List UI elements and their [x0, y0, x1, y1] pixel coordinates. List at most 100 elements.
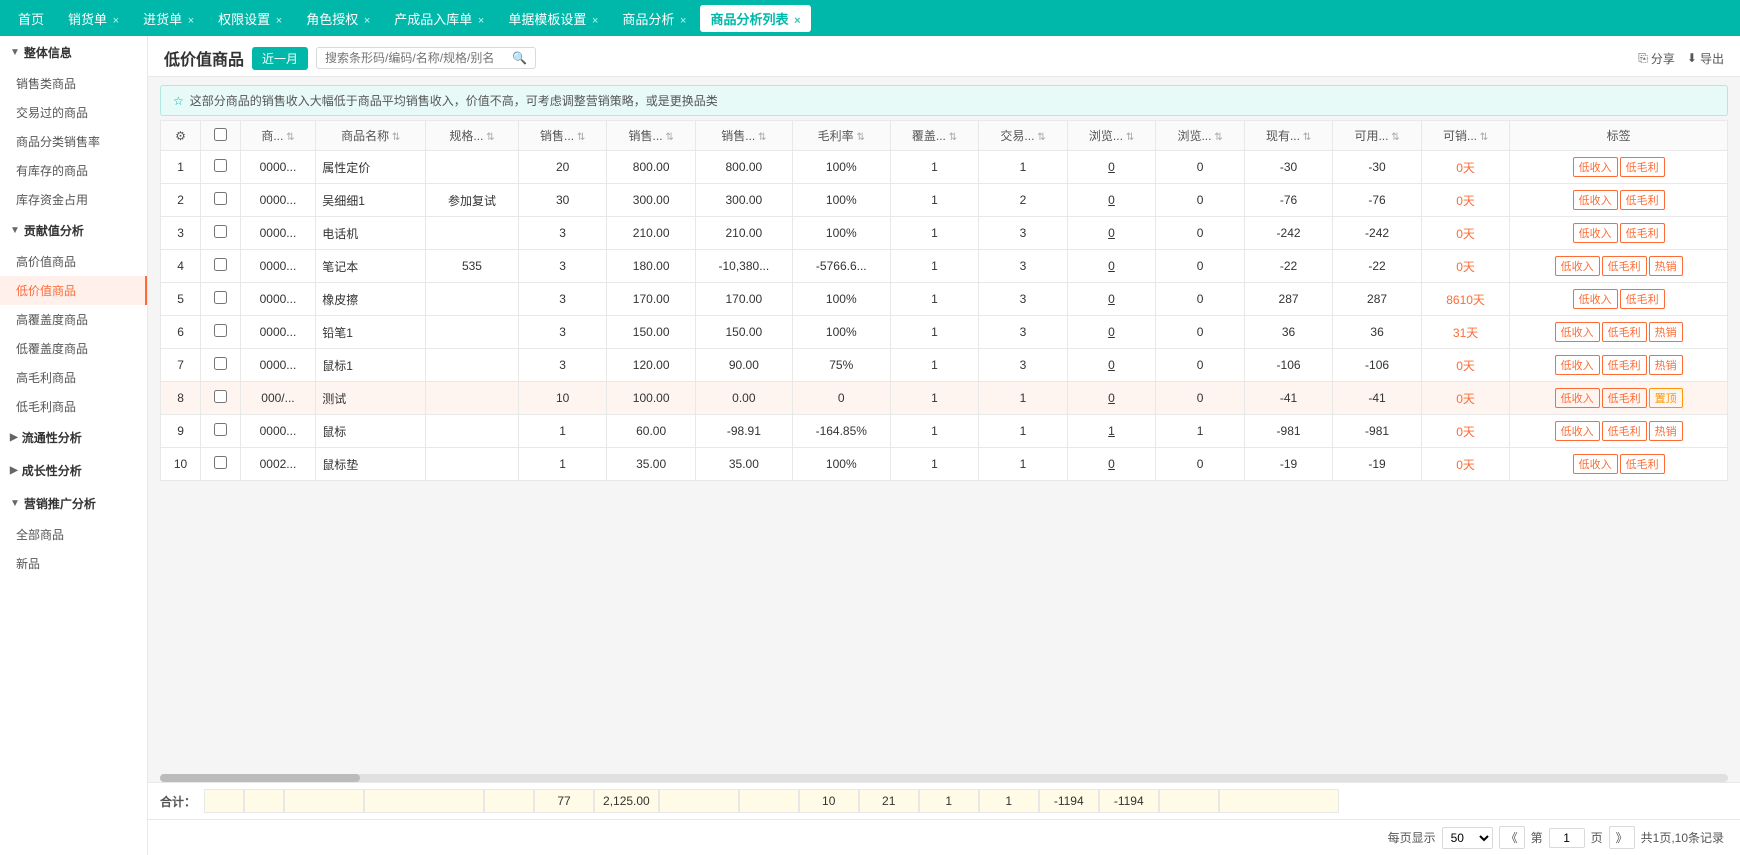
nav-close-permission[interactable]: × — [276, 15, 282, 27]
nav-close-product-stock[interactable]: × — [478, 15, 484, 27]
col-current[interactable]: 现有... — [1244, 121, 1333, 151]
row-checkbox-1[interactable] — [214, 192, 227, 205]
cell-view1[interactable]: 0 — [1067, 316, 1156, 349]
share-button[interactable]: ⎘ 分享 — [1638, 50, 1675, 67]
scroll-bar-area[interactable] — [160, 774, 1728, 782]
sidebar-item-low-margin[interactable]: 低毛利商品 — [0, 392, 147, 421]
col-sales-amt2[interactable]: 销售... — [695, 121, 792, 151]
nav-home[interactable]: 首页 — [8, 5, 54, 32]
scroll-bar-thumb[interactable] — [160, 774, 360, 782]
nav-close-template[interactable]: × — [592, 15, 598, 27]
row-checkbox-2[interactable] — [214, 225, 227, 238]
cell-view1[interactable]: 1 — [1067, 415, 1156, 448]
sidebar-item-low-coverage[interactable]: 低覆盖度商品 — [0, 334, 147, 363]
col-sales-qty[interactable]: 销售... — [518, 121, 607, 151]
sidebar-item-traded-products[interactable]: 交易过的商品 — [0, 98, 147, 127]
sidebar-group-overall[interactable]: ▼ 整体信息 — [0, 36, 147, 69]
cell-view1[interactable]: 0 — [1067, 250, 1156, 283]
export-button[interactable]: ⬇ 导出 — [1687, 50, 1724, 67]
row-checkbox-3[interactable] — [214, 258, 227, 271]
col-saleable[interactable]: 可销... — [1421, 121, 1510, 151]
sidebar-group-growth[interactable]: ▶ 成长性分析 — [0, 454, 147, 487]
sidebar-item-stock-capital[interactable]: 库存资金占用 — [0, 185, 147, 214]
view1-link[interactable]: 0 — [1108, 160, 1115, 174]
col-view1[interactable]: 浏览... — [1067, 121, 1156, 151]
cell-view1[interactable]: 0 — [1067, 382, 1156, 415]
nav-role[interactable]: 角色授权 × — [296, 5, 380, 32]
nav-close-product-analysis[interactable]: × — [680, 15, 686, 27]
cell-checkbox[interactable] — [201, 415, 241, 448]
sidebar-item-high-margin[interactable]: 高毛利商品 — [0, 363, 147, 392]
select-all-checkbox[interactable] — [214, 128, 227, 141]
view1-link[interactable]: 0 — [1108, 358, 1115, 372]
cell-checkbox[interactable] — [201, 283, 241, 316]
view1-link[interactable]: 0 — [1108, 391, 1115, 405]
view1-link[interactable]: 0 — [1108, 193, 1115, 207]
view1-link[interactable]: 0 — [1108, 259, 1115, 273]
view1-link[interactable]: 0 — [1108, 457, 1115, 471]
cell-checkbox[interactable] — [201, 217, 241, 250]
col-available[interactable]: 可用... — [1333, 121, 1422, 151]
sidebar-item-low-value[interactable]: 低价值商品 — [0, 276, 147, 305]
per-page-select[interactable]: 50 100 — [1442, 827, 1493, 849]
view1-link[interactable]: 0 — [1108, 292, 1115, 306]
sidebar-item-stocked-products[interactable]: 有库存的商品 — [0, 156, 147, 185]
cell-checkbox[interactable] — [201, 349, 241, 382]
row-checkbox-6[interactable] — [214, 357, 227, 370]
next-page-btn[interactable]: 》 — [1609, 826, 1635, 849]
row-checkbox-9[interactable] — [214, 456, 227, 469]
search-icon[interactable]: 🔍 — [512, 51, 527, 65]
nav-close-analysis-list[interactable]: × — [794, 15, 800, 27]
sidebar-group-marketing[interactable]: ▼ 营销推广分析 — [0, 487, 147, 520]
nav-template[interactable]: 单据模板设置 × — [498, 5, 608, 32]
scroll-bar-track[interactable] — [160, 774, 1728, 782]
sidebar-item-all-products[interactable]: 全部商品 — [0, 520, 147, 549]
nav-close-role[interactable]: × — [364, 15, 370, 27]
nav-close-sales[interactable]: × — [113, 15, 119, 27]
col-name[interactable]: 商品名称 — [316, 121, 426, 151]
row-checkbox-5[interactable] — [214, 324, 227, 337]
col-margin[interactable]: 毛利率 — [792, 121, 890, 151]
page-number-input[interactable] — [1549, 828, 1585, 848]
search-input[interactable] — [325, 51, 508, 65]
row-checkbox-4[interactable] — [214, 291, 227, 304]
nav-product-stock[interactable]: 产成品入库单 × — [384, 5, 494, 32]
view1-link[interactable]: 0 — [1108, 325, 1115, 339]
row-checkbox-0[interactable] — [214, 159, 227, 172]
nav-sales[interactable]: 销货单 × — [58, 5, 129, 32]
cell-checkbox[interactable] — [201, 382, 241, 415]
sidebar-item-category-sales-rate[interactable]: 商品分类销售率 — [0, 127, 147, 156]
cell-view1[interactable]: 0 — [1067, 448, 1156, 481]
sidebar-group-circulation[interactable]: ▶ 流通性分析 — [0, 421, 147, 454]
view1-link[interactable]: 1 — [1108, 424, 1115, 438]
nav-analysis-list[interactable]: 商品分析列表 × — [700, 5, 810, 32]
nav-purchase[interactable]: 进货单 × — [133, 5, 204, 32]
sidebar-item-sales-products[interactable]: 销售类商品 — [0, 69, 147, 98]
cell-checkbox[interactable] — [201, 151, 241, 184]
cell-checkbox[interactable] — [201, 448, 241, 481]
sidebar-group-contribution[interactable]: ▼ 贡献值分析 — [0, 214, 147, 247]
cell-view1[interactable]: 0 — [1067, 151, 1156, 184]
row-checkbox-7[interactable] — [214, 390, 227, 403]
sidebar-item-new-products[interactable]: 新品 — [0, 549, 147, 578]
cell-checkbox[interactable] — [201, 316, 241, 349]
cell-view1[interactable]: 0 — [1067, 184, 1156, 217]
col-code[interactable]: 商... — [240, 121, 316, 151]
cell-checkbox[interactable] — [201, 250, 241, 283]
col-view2[interactable]: 浏览... — [1156, 121, 1245, 151]
col-settings[interactable]: ⚙ — [161, 121, 201, 151]
nav-close-purchase[interactable]: × — [188, 15, 194, 27]
row-checkbox-8[interactable] — [214, 423, 227, 436]
col-spec[interactable]: 规格... — [426, 121, 519, 151]
nav-product-analysis[interactable]: 商品分析 × — [612, 5, 696, 32]
cell-view1[interactable]: 0 — [1067, 283, 1156, 316]
view1-link[interactable]: 0 — [1108, 226, 1115, 240]
col-coverage[interactable]: 覆盖... — [890, 121, 979, 151]
col-checkbox[interactable] — [201, 121, 241, 151]
sidebar-item-high-value[interactable]: 高价值商品 — [0, 247, 147, 276]
cell-view1[interactable]: 0 — [1067, 217, 1156, 250]
cell-view1[interactable]: 0 — [1067, 349, 1156, 382]
prev-page-btn[interactable]: 《 — [1499, 826, 1525, 849]
sidebar-item-high-coverage[interactable]: 高覆盖度商品 — [0, 305, 147, 334]
filter-btn-recent-month[interactable]: 近一月 — [252, 47, 308, 70]
